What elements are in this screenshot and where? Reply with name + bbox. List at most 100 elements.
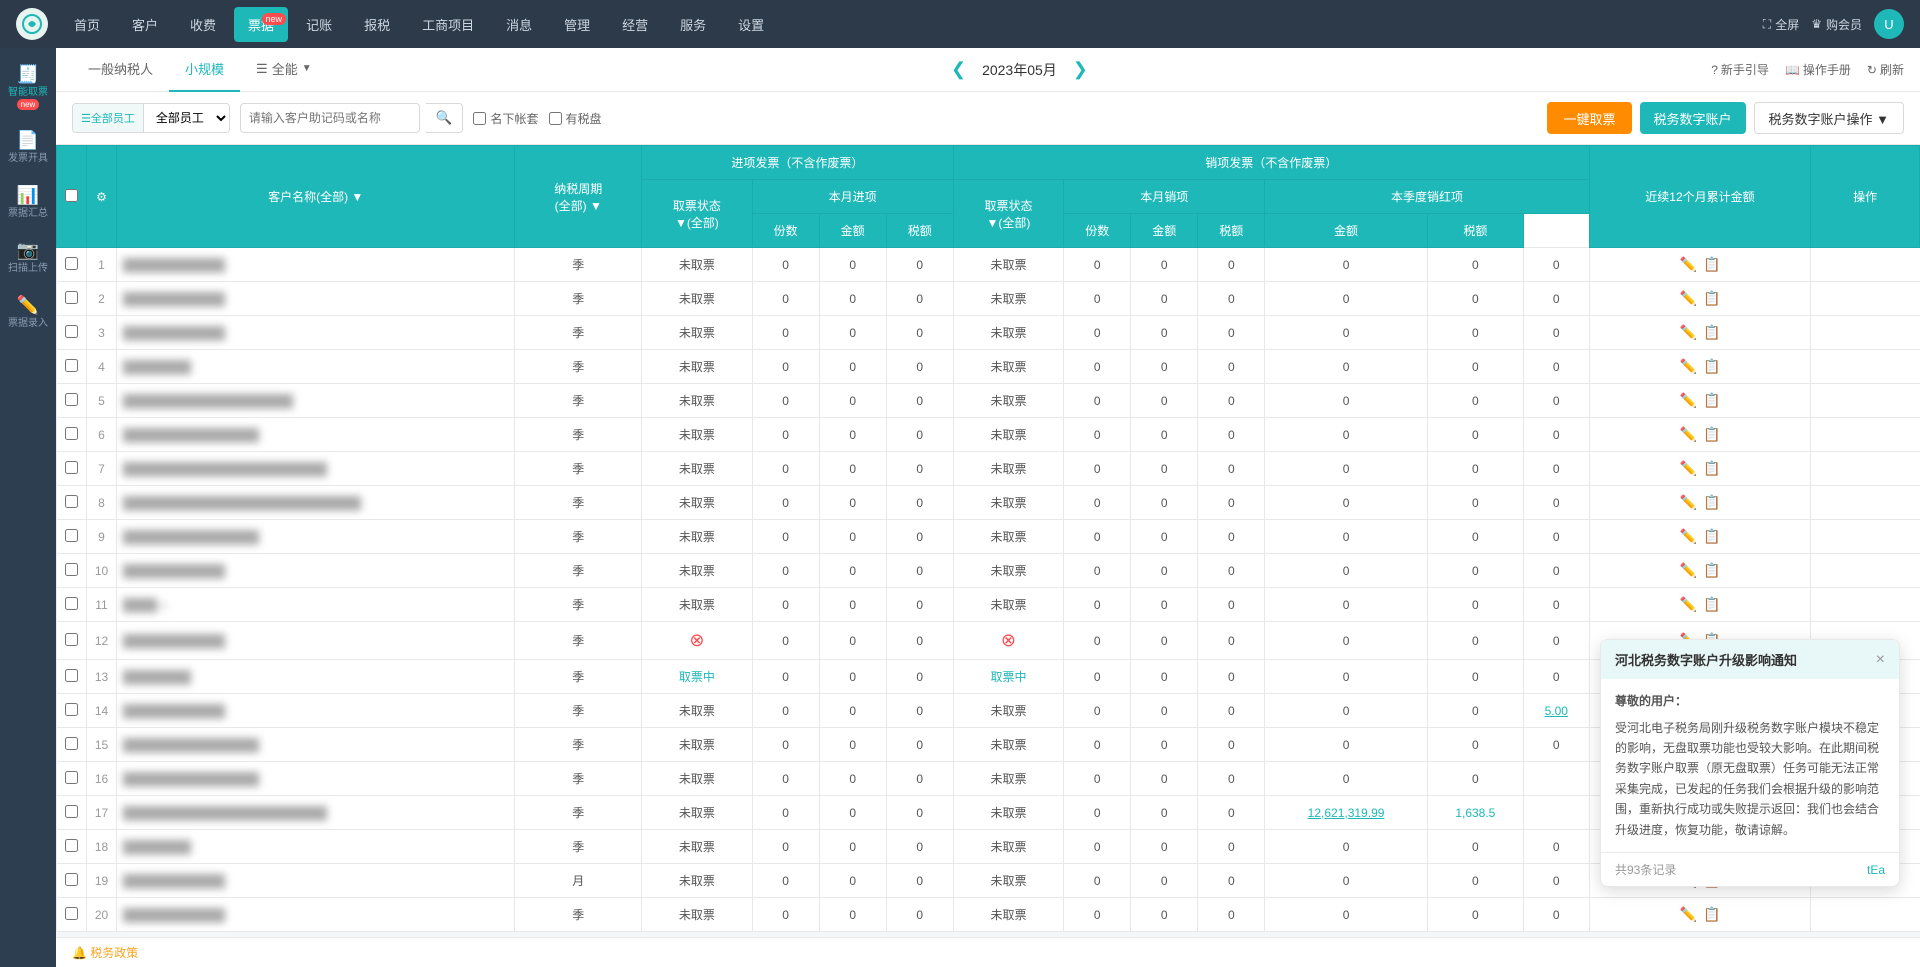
refresh-button[interactable]: ↻ 刷新 bbox=[1867, 61, 1904, 78]
user-avatar[interactable]: U bbox=[1874, 9, 1904, 39]
row-checkbox[interactable] bbox=[65, 633, 78, 646]
out-amount-cell: 0 bbox=[1131, 486, 1198, 520]
manual-button[interactable]: 📖 操作手册 bbox=[1785, 61, 1851, 78]
out-amount-cell: 0 bbox=[1131, 588, 1198, 622]
copy-icon[interactable]: 📋 bbox=[1703, 324, 1720, 341]
copy-icon[interactable]: 📋 bbox=[1703, 290, 1720, 307]
copy-icon[interactable]: 📋 bbox=[1703, 392, 1720, 409]
fullscreen-button[interactable]: ⛶ 全屏 bbox=[1763, 16, 1799, 33]
sidebar-item-invoice-summary[interactable]: 📊 票据汇总 bbox=[0, 177, 56, 228]
tax-digital-ops-button[interactable]: 税务数字账户操作 ▼ bbox=[1754, 102, 1904, 134]
sidebar-item-invoice-issue[interactable]: 📄 发票开具 bbox=[0, 122, 56, 173]
refund-amount-link[interactable]: 12,621,319.99 bbox=[1308, 806, 1385, 820]
copy-icon[interactable]: 📋 bbox=[1703, 562, 1720, 579]
membership-button[interactable]: ♛ 购会员 bbox=[1811, 16, 1862, 33]
row-checkbox[interactable] bbox=[65, 771, 78, 784]
out-count-cell: 0 bbox=[1064, 830, 1131, 864]
copy-icon[interactable]: 📋 bbox=[1703, 596, 1720, 613]
edit-icon[interactable]: ✏️ bbox=[1680, 324, 1697, 341]
tax-digital-account-button[interactable]: 税务数字账户 bbox=[1640, 102, 1746, 134]
staff-dropdown[interactable]: 全部员工 bbox=[144, 103, 229, 133]
edit-icon[interactable]: ✏️ bbox=[1680, 494, 1697, 511]
nav-message[interactable]: 消息 bbox=[492, 7, 546, 42]
edit-icon[interactable]: ✏️ bbox=[1680, 426, 1697, 443]
edit-icon[interactable]: ✏️ bbox=[1680, 906, 1697, 923]
copy-icon[interactable]: 📋 bbox=[1703, 256, 1720, 273]
row-checkbox[interactable] bbox=[65, 359, 78, 372]
nav-home[interactable]: 首页 bbox=[60, 7, 114, 42]
row-checkbox[interactable] bbox=[65, 737, 78, 750]
edit-icon[interactable]: ✏️ bbox=[1680, 392, 1697, 409]
in-count-cell: 0 bbox=[752, 350, 819, 384]
copy-icon[interactable]: 📋 bbox=[1703, 528, 1720, 545]
guide-button[interactable]: ? 新手引导 bbox=[1711, 61, 1769, 78]
edit-icon[interactable]: ✏️ bbox=[1680, 460, 1697, 477]
last12-value: 0 bbox=[1553, 874, 1560, 888]
search-input[interactable] bbox=[240, 103, 420, 133]
nav-fee[interactable]: 收费 bbox=[176, 7, 230, 42]
row-checkbox[interactable] bbox=[65, 291, 78, 304]
th-settings[interactable]: ⚙ bbox=[87, 146, 117, 248]
edit-icon[interactable]: ✏️ bbox=[1680, 528, 1697, 545]
edit-icon[interactable]: ✏️ bbox=[1680, 562, 1697, 579]
nav-service[interactable]: 服务 bbox=[666, 7, 720, 42]
edit-icon[interactable]: ✏️ bbox=[1680, 596, 1697, 613]
row-checkbox[interactable] bbox=[65, 393, 78, 406]
row-checkbox[interactable] bbox=[65, 907, 78, 920]
edit-icon[interactable]: ✏️ bbox=[1680, 358, 1697, 375]
nav-business[interactable]: 工商项目 bbox=[408, 7, 488, 42]
tab-general-taxpayer[interactable]: 一般纳税人 bbox=[72, 48, 169, 92]
checkbox-taxdisk-input[interactable] bbox=[549, 112, 562, 125]
row-checkbox[interactable] bbox=[65, 461, 78, 474]
client-name-cell: ████████████ bbox=[117, 694, 515, 728]
checkbox-taxdisk[interactable]: 有税盘 bbox=[549, 110, 602, 127]
date-next-button[interactable]: ❯ bbox=[1073, 59, 1088, 80]
sidebar-item-scan-upload[interactable]: 📷 扫描上传 bbox=[0, 232, 56, 283]
nav-bookkeeping[interactable]: 记账 bbox=[292, 7, 346, 42]
staff-select[interactable]: ☰ 全部员工 全部员工 bbox=[72, 103, 230, 133]
copy-icon[interactable]: 📋 bbox=[1703, 460, 1720, 477]
sidebar-item-smart-fetch[interactable]: 🧾 智能取票 new bbox=[0, 56, 56, 118]
tea-label[interactable]: tEa bbox=[1867, 863, 1885, 877]
nav-settings[interactable]: 设置 bbox=[724, 7, 778, 42]
row-checkbox[interactable] bbox=[65, 839, 78, 852]
checkbox-account[interactable]: 名下帐套 bbox=[473, 110, 538, 127]
out-status-cell: 未取票 bbox=[953, 588, 1063, 622]
one-click-fetch-button[interactable]: 一键取票 bbox=[1547, 102, 1631, 134]
nav-client[interactable]: 客户 bbox=[118, 7, 172, 42]
nav-invoice[interactable]: 票据 new bbox=[234, 7, 288, 42]
tax-policy-label[interactable]: 🔔 税务政策 bbox=[72, 944, 138, 961]
copy-icon[interactable]: 📋 bbox=[1703, 426, 1720, 443]
tab-all[interactable]: ☰ 全能 ▼ bbox=[240, 48, 328, 92]
edit-icon[interactable]: ✏️ bbox=[1680, 256, 1697, 273]
checkbox-account-input[interactable] bbox=[473, 112, 486, 125]
row-checkbox[interactable] bbox=[65, 563, 78, 576]
edit-icon[interactable]: ✏️ bbox=[1680, 290, 1697, 307]
select-all-checkbox[interactable] bbox=[65, 189, 78, 202]
date-prev-button[interactable]: ❮ bbox=[951, 59, 966, 80]
row-checkbox[interactable] bbox=[65, 529, 78, 542]
row-checkbox[interactable] bbox=[65, 703, 78, 716]
row-checkbox[interactable] bbox=[65, 669, 78, 682]
sidebar-item-invoice-entry[interactable]: ✏️ 票据录入 bbox=[0, 287, 56, 338]
row-checkbox[interactable] bbox=[65, 873, 78, 886]
last12-link[interactable]: 5.00 bbox=[1545, 704, 1568, 718]
row-checkbox[interactable] bbox=[65, 805, 78, 818]
table-row: 8 ████████████████████████████ 季 未取票 0 0… bbox=[57, 486, 1920, 520]
row-checkbox[interactable] bbox=[65, 427, 78, 440]
nav-admin[interactable]: 管理 bbox=[550, 7, 604, 42]
row-checkbox[interactable] bbox=[65, 257, 78, 270]
popup-close-button[interactable]: × bbox=[1876, 651, 1885, 669]
row-checkbox[interactable] bbox=[65, 495, 78, 508]
search-button[interactable]: 🔍 bbox=[426, 103, 464, 133]
nav-operation[interactable]: 经营 bbox=[608, 7, 662, 42]
copy-icon[interactable]: 📋 bbox=[1703, 358, 1720, 375]
row-checkbox[interactable] bbox=[65, 325, 78, 338]
refund-tax-cell: 0 bbox=[1427, 898, 1523, 932]
refund-amount-cell: 12,621,319.99 bbox=[1265, 796, 1428, 830]
copy-icon[interactable]: 📋 bbox=[1703, 494, 1720, 511]
nav-tax[interactable]: 报税 bbox=[350, 7, 404, 42]
tab-small-scale[interactable]: 小规模 bbox=[169, 48, 240, 92]
row-checkbox[interactable] bbox=[65, 597, 78, 610]
copy-icon[interactable]: 📋 bbox=[1703, 906, 1720, 923]
